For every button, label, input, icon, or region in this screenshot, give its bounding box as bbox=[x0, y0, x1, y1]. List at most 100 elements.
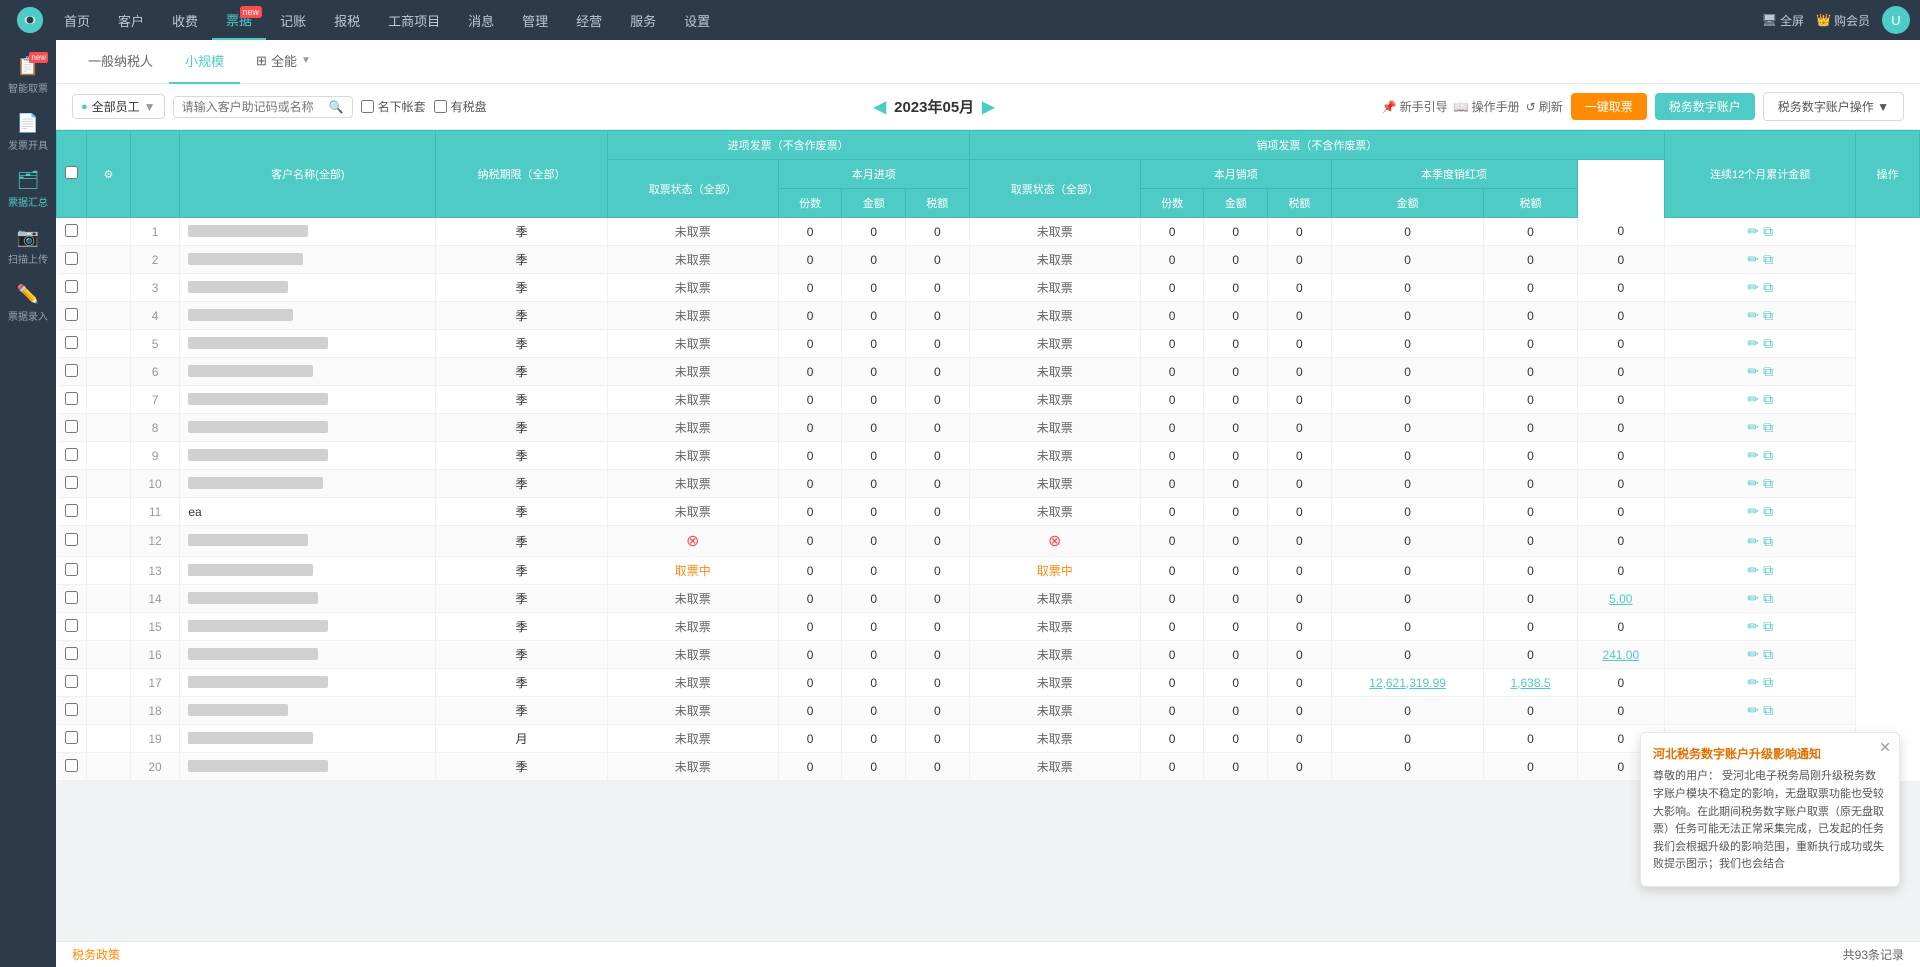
copy-btn[interactable]: ⧉ bbox=[1763, 335, 1773, 351]
edit-btn[interactable]: ✏ bbox=[1747, 447, 1759, 463]
nav-item-invoice[interactable]: 收费 bbox=[158, 0, 212, 40]
copy-btn[interactable]: ⧉ bbox=[1763, 419, 1773, 435]
subscribed-checkbox[interactable] bbox=[361, 100, 374, 113]
row-checkbox[interactable] bbox=[65, 703, 78, 716]
sidebar-item-smart-tax[interactable]: new📋智能取票 bbox=[0, 48, 56, 103]
edit-btn[interactable]: ✏ bbox=[1747, 702, 1759, 718]
edit-btn[interactable]: ✏ bbox=[1747, 590, 1759, 606]
edit-btn[interactable]: ✏ bbox=[1747, 251, 1759, 267]
red-amount-link[interactable]: 12,621,319.99 bbox=[1369, 676, 1446, 690]
copy-btn[interactable]: ⧉ bbox=[1763, 503, 1773, 519]
tab-general[interactable]: 一般纳税人 bbox=[72, 40, 169, 84]
sidebar-item-open-invoice[interactable]: 📄发票开具 bbox=[0, 105, 56, 160]
edit-btn[interactable]: ✏ bbox=[1747, 503, 1759, 519]
copy-btn[interactable]: ⧉ bbox=[1763, 447, 1773, 463]
copy-btn[interactable]: ⧉ bbox=[1763, 562, 1773, 578]
nav-item-message[interactable]: 消息 bbox=[454, 0, 508, 40]
copy-btn[interactable]: ⧉ bbox=[1763, 363, 1773, 379]
tab-all[interactable]: ⊞ 全能 ▼ bbox=[240, 40, 327, 84]
copy-btn[interactable]: ⧉ bbox=[1763, 307, 1773, 323]
copy-btn[interactable]: ⧉ bbox=[1763, 533, 1773, 549]
nav-item-customer[interactable]: 客户 bbox=[104, 0, 158, 40]
prev-month-btn[interactable]: ◀ bbox=[874, 97, 886, 117]
tax-account-ops-btn[interactable]: 税务数字账户操作 ▼ bbox=[1763, 92, 1904, 121]
edit-btn[interactable]: ✏ bbox=[1747, 646, 1759, 662]
row-checkbox[interactable] bbox=[65, 619, 78, 632]
edit-btn[interactable]: ✏ bbox=[1747, 307, 1759, 323]
app-logo[interactable] bbox=[10, 0, 50, 40]
guide-link[interactable]: 📌 新手引导 bbox=[1382, 98, 1448, 115]
copy-btn[interactable]: ⧉ bbox=[1763, 590, 1773, 606]
row-checkbox[interactable] bbox=[65, 420, 78, 433]
refresh-link[interactable]: ↺ 刷新 bbox=[1526, 98, 1563, 115]
row-checkbox[interactable] bbox=[65, 448, 78, 461]
row-checkbox[interactable] bbox=[65, 280, 78, 293]
edit-btn[interactable]: ✏ bbox=[1747, 223, 1759, 239]
copy-btn[interactable]: ⧉ bbox=[1763, 674, 1773, 690]
employee-filter[interactable]: ● 全部员工 ▼ bbox=[72, 94, 165, 119]
copy-btn[interactable]: ⧉ bbox=[1763, 251, 1773, 267]
copy-btn[interactable]: ⧉ bbox=[1763, 475, 1773, 491]
tax-disk-checkbox-label[interactable]: 有税盘 bbox=[434, 98, 487, 115]
total-12-link[interactable]: 5.00 bbox=[1609, 592, 1632, 606]
quick-invoice-btn[interactable]: 一键取票 bbox=[1571, 93, 1647, 120]
next-month-btn[interactable]: ▶ bbox=[982, 97, 994, 117]
edit-btn[interactable]: ✏ bbox=[1747, 674, 1759, 690]
member-btn[interactable]: 👑 购会员 bbox=[1816, 12, 1870, 29]
row-checkbox[interactable] bbox=[65, 364, 78, 377]
edit-btn[interactable]: ✏ bbox=[1747, 533, 1759, 549]
row-checkbox[interactable] bbox=[65, 647, 78, 660]
edit-btn[interactable]: ✏ bbox=[1747, 475, 1759, 491]
edit-btn[interactable]: ✏ bbox=[1747, 562, 1759, 578]
tax-disk-checkbox[interactable] bbox=[434, 100, 447, 113]
user-avatar[interactable]: U bbox=[1882, 6, 1910, 34]
sidebar-item-invoice-summary[interactable]: 🗂票据汇总 bbox=[0, 162, 56, 217]
manual-link[interactable]: 📖 操作手册 bbox=[1454, 98, 1520, 115]
nav-item-operation[interactable]: 经营 bbox=[562, 0, 616, 40]
row-checkbox[interactable] bbox=[65, 533, 78, 546]
tax-policy-link[interactable]: 税务政策 bbox=[72, 946, 120, 963]
total-12-link[interactable]: 241.00 bbox=[1602, 648, 1639, 662]
row-checkbox[interactable] bbox=[65, 563, 78, 576]
copy-btn[interactable]: ⧉ bbox=[1763, 279, 1773, 295]
edit-btn[interactable]: ✏ bbox=[1747, 391, 1759, 407]
nav-item-bizreg[interactable]: 工商项目 bbox=[374, 0, 454, 40]
copy-btn[interactable]: ⧉ bbox=[1763, 618, 1773, 634]
nav-item-tax[interactable]: 报税 bbox=[320, 0, 374, 40]
customer-search-input[interactable] bbox=[182, 100, 325, 114]
edit-btn[interactable]: ✏ bbox=[1747, 335, 1759, 351]
edit-btn[interactable]: ✏ bbox=[1747, 618, 1759, 634]
nav-item-manage[interactable]: 管理 bbox=[508, 0, 562, 40]
row-checkbox[interactable] bbox=[65, 675, 78, 688]
nav-item-bookkeeping[interactable]: 记账 bbox=[266, 0, 320, 40]
copy-btn[interactable]: ⧉ bbox=[1763, 391, 1773, 407]
copy-btn[interactable]: ⧉ bbox=[1763, 702, 1773, 718]
fullscreen-btn[interactable]: 🖥 全屏 bbox=[1762, 12, 1804, 29]
edit-btn[interactable]: ✏ bbox=[1747, 419, 1759, 435]
nav-item-settings[interactable]: 设置 bbox=[670, 0, 724, 40]
edit-btn[interactable]: ✏ bbox=[1747, 279, 1759, 295]
row-checkbox[interactable] bbox=[65, 504, 78, 517]
row-checkbox[interactable] bbox=[65, 224, 78, 237]
copy-btn[interactable]: ⧉ bbox=[1763, 646, 1773, 662]
copy-btn[interactable]: ⧉ bbox=[1763, 223, 1773, 239]
sidebar-item-invoice-entry[interactable]: ✏️票据录入 bbox=[0, 276, 56, 331]
row-checkbox[interactable] bbox=[65, 591, 78, 604]
red-tax-link[interactable]: 1,638.5 bbox=[1510, 676, 1550, 690]
row-checkbox[interactable] bbox=[65, 476, 78, 489]
notification-close-btn[interactable]: ✕ bbox=[1879, 739, 1891, 756]
sidebar-item-scan-upload[interactable]: 📷扫描上传 bbox=[0, 219, 56, 274]
edit-btn[interactable]: ✏ bbox=[1747, 363, 1759, 379]
row-checkbox[interactable] bbox=[65, 308, 78, 321]
tab-small[interactable]: 小规模 bbox=[169, 40, 240, 84]
nav-item-home[interactable]: 首页 bbox=[50, 0, 104, 40]
row-checkbox[interactable] bbox=[65, 731, 78, 744]
row-checkbox[interactable] bbox=[65, 336, 78, 349]
row-checkbox[interactable] bbox=[65, 252, 78, 265]
search-icon[interactable]: 🔍 bbox=[329, 100, 344, 114]
nav-item-piao[interactable]: 票据new bbox=[212, 0, 266, 40]
select-all-checkbox[interactable] bbox=[65, 166, 78, 179]
nav-item-service[interactable]: 服务 bbox=[616, 0, 670, 40]
tax-account-btn[interactable]: 税务数字账户 bbox=[1655, 93, 1755, 120]
row-checkbox[interactable] bbox=[65, 759, 78, 772]
